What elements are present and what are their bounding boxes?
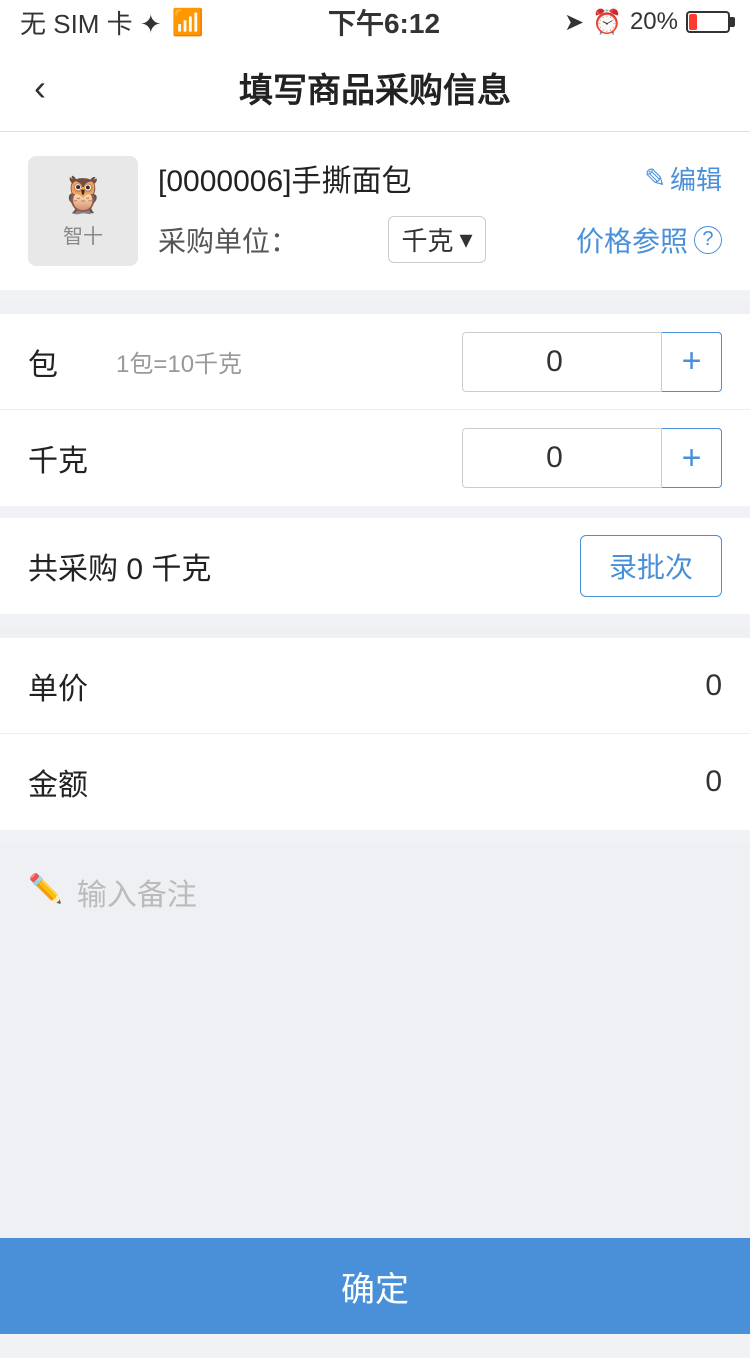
unit-label: 采购单位： [158,220,298,260]
wifi-icon: 📶 [172,7,204,38]
product-name-row: [0000006]手撕面包 ✎ 编辑 [158,156,722,200]
sim-status: 无 SIM 卡 ✦ [20,4,162,41]
nav-bar: ‹ 填写商品采购信息 [0,44,750,132]
divider-1 [0,302,750,314]
content-area [0,962,750,1262]
product-thumbnail: 🦉 智十 [28,156,138,266]
kg-plus-button[interactable]: + [662,428,722,488]
bao-sublabel: 1包=10千克 [116,344,462,379]
edit-button[interactable]: ✎ 编辑 [644,160,722,197]
product-name: [0000006]手撕面包 [158,156,411,200]
battery-percent: 20% [630,8,678,36]
bao-plus-button[interactable]: + [662,332,722,392]
unit-price-label: 单价 [28,664,88,708]
batch-button[interactable]: 录批次 [580,535,722,597]
bao-input[interactable] [462,332,662,392]
confirm-button[interactable]: 确定 [0,1238,750,1334]
bao-label: 包 [28,340,108,384]
kg-input-wrap: + [462,428,722,488]
edit-icon: ✎ [644,163,666,194]
product-card: 🦉 智十 [0000006]手撕面包 ✎ 编辑 采购单位： 千克 ▾ 价格参照 … [0,132,750,290]
summary-text: 共采购 0 千克 [28,544,211,588]
price-ref-button[interactable]: 价格参照 ? [576,220,722,260]
amount-value: 0 [705,765,722,799]
kg-label: 千克 [28,436,108,480]
price-ref-label: 价格参照 [576,220,688,260]
divider-2 [0,626,750,638]
price-section: 单价 0 金额 0 [0,638,750,830]
location-icon: ➤ [564,8,584,37]
battery-icon [686,11,730,33]
amount-row: 金额 0 [0,734,750,830]
status-left: 无 SIM 卡 ✦ 📶 [20,4,204,41]
bao-row: 包 1包=10千克 + [0,314,750,410]
unit-value: 千克 [401,221,453,258]
product-unit-row: 采购单位： 千克 ▾ 价格参照 ? [158,216,722,263]
product-thumb-label: 智十 [63,220,103,249]
back-button[interactable]: ‹ [24,57,56,119]
kg-row: 千克 + [0,410,750,506]
kg-input[interactable] [462,428,662,488]
input-section: 包 1包=10千克 + 千克 + [0,314,750,506]
summary-row: 共采购 0 千克 录批次 [0,518,750,614]
unit-price-row: 单价 0 [0,638,750,734]
status-time: 下午6:12 [328,2,440,42]
pencil-icon: ✏️ [28,872,63,905]
alarm-icon: ⏰ [592,8,622,37]
note-placeholder: 输入备注 [77,870,197,914]
product-info: [0000006]手撕面包 ✎ 编辑 采购单位： 千克 ▾ 价格参照 ? [158,156,722,263]
edit-label: 编辑 [670,160,722,197]
status-right: ➤ ⏰ 20% [564,8,730,37]
product-thumb-icon: 🦉 [61,174,106,216]
status-bar: 无 SIM 卡 ✦ 📶 下午6:12 ➤ ⏰ 20% [0,0,750,44]
bao-input-wrap: + [462,332,722,392]
amount-label: 金额 [28,760,88,804]
unit-price-value: 0 [705,669,722,703]
page-title: 填写商品采购信息 [239,63,511,112]
chevron-down-icon: ▾ [459,224,472,255]
unit-select[interactable]: 千克 ▾ [388,216,485,263]
help-icon: ? [694,226,722,254]
note-section[interactable]: ✏️ 输入备注 [0,842,750,962]
